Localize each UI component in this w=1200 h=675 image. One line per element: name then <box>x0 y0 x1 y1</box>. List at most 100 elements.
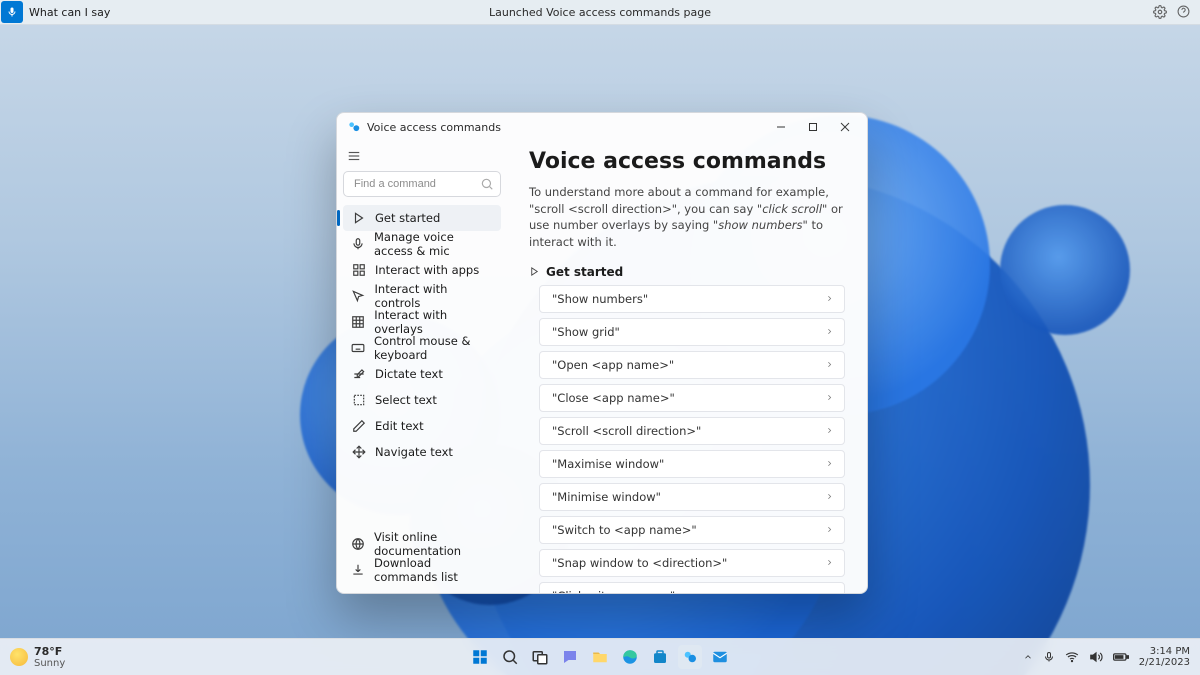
sidebar-item-label: Control mouse & keyboard <box>374 334 493 362</box>
download-icon <box>351 563 365 578</box>
edge-button[interactable] <box>618 645 642 669</box>
sidebar-item-navigate-text[interactable]: Navigate text <box>343 439 501 465</box>
volume-icon[interactable] <box>1089 650 1103 664</box>
mail-button[interactable] <box>708 645 732 669</box>
chevron-right-icon <box>825 525 834 534</box>
voice-prompt-text: What can I say <box>29 6 110 19</box>
system-tray[interactable]: 3:14 PM 2/21/2023 <box>1023 646 1200 668</box>
taskbar-clock[interactable]: 3:14 PM 2/21/2023 <box>1139 646 1190 668</box>
command-row[interactable]: "Minimise window" <box>539 483 845 511</box>
command-label: "Snap window to <direction>" <box>552 556 727 570</box>
help-icon[interactable] <box>1177 5 1190 19</box>
voice-access-button[interactable] <box>678 645 702 669</box>
apps-icon <box>351 263 366 278</box>
hamburger-button[interactable] <box>343 145 501 171</box>
sidebar-item-label: Dictate text <box>375 367 443 381</box>
start-button[interactable] <box>468 645 492 669</box>
sidebar-item-select-text[interactable]: Select text <box>343 387 501 413</box>
command-label: "Show numbers" <box>552 292 648 306</box>
settings-icon[interactable] <box>1153 5 1167 19</box>
cursor-icon <box>351 289 366 304</box>
sidebar-item-label: Interact with apps <box>375 263 479 277</box>
explorer-button[interactable] <box>588 645 612 669</box>
select-text-icon <box>351 393 366 408</box>
sidebar-item-get-started[interactable]: Get started <box>343 205 501 231</box>
sidebar-item-interact-controls[interactable]: Interact with controls <box>343 283 501 309</box>
command-row[interactable]: "Show numbers" <box>539 285 845 313</box>
command-row[interactable]: "Show grid" <box>539 318 845 346</box>
search-input[interactable] <box>343 171 501 197</box>
globe-icon <box>351 537 365 552</box>
chevron-right-icon <box>825 360 834 369</box>
chevron-right-icon <box>825 492 834 501</box>
sidebar-item-edit-text[interactable]: Edit text <box>343 413 501 439</box>
command-row[interactable]: "Switch to <app name>" <box>539 516 845 544</box>
weather-temp: 78°F <box>34 645 65 658</box>
taskbar-center <box>468 645 732 669</box>
command-label: "Maximise window" <box>552 457 664 471</box>
command-list: "Show numbers" "Show grid" "Open <app name… <box>529 285 845 593</box>
app-icon <box>347 120 361 134</box>
command-row[interactable]: "Close <app name>" <box>539 384 845 412</box>
command-label: "Show grid" <box>552 325 620 339</box>
section-heading: Get started <box>529 265 845 279</box>
voice-access-bar: What can I say Launched Voice access com… <box>0 0 1200 25</box>
sidebar-item-label: Edit text <box>375 419 424 433</box>
command-row[interactable]: "Click <item name>" <box>539 582 845 593</box>
maximize-button[interactable] <box>797 115 829 139</box>
minimize-button[interactable] <box>765 115 797 139</box>
weather-icon <box>10 648 28 666</box>
microphone-icon <box>351 237 365 252</box>
sidebar-item-label: Get started <box>375 211 440 225</box>
store-button[interactable] <box>648 645 672 669</box>
sidebar-item-label: Download commands list <box>374 556 493 584</box>
wifi-icon[interactable] <box>1065 650 1079 664</box>
sidebar-item-interact-apps[interactable]: Interact with apps <box>343 257 501 283</box>
command-row[interactable]: "Open <app name>" <box>539 351 845 379</box>
command-label: "Close <app name>" <box>552 391 675 405</box>
play-icon <box>351 211 366 226</box>
command-label: "Click <item name>" <box>552 589 675 593</box>
window-title: Voice access commands <box>367 121 501 134</box>
command-row[interactable]: "Snap window to <direction>" <box>539 549 845 577</box>
battery-icon[interactable] <box>1113 651 1129 663</box>
command-label: "Minimise window" <box>552 490 661 504</box>
sidebar-item-dictate[interactable]: Dictate text <box>343 361 501 387</box>
sidebar-item-label: Manage voice access & mic <box>374 230 493 258</box>
command-row[interactable]: "Scroll <scroll direction>" <box>539 417 845 445</box>
sidebar-item-label: Select text <box>375 393 437 407</box>
sidebar-item-online-docs[interactable]: Visit online documentation <box>343 531 501 557</box>
sidebar-item-manage-voice[interactable]: Manage voice access & mic <box>343 231 501 257</box>
tray-chevron-icon[interactable] <box>1023 652 1033 662</box>
chevron-right-icon <box>825 294 834 303</box>
tray-microphone-icon[interactable] <box>1043 651 1055 663</box>
command-row[interactable]: "Maximise window" <box>539 450 845 478</box>
microphone-button[interactable] <box>1 1 23 23</box>
sidebar-item-interact-overlays[interactable]: Interact with overlays <box>343 309 501 335</box>
sidebar-item-download-list[interactable]: Download commands list <box>343 557 501 583</box>
weather-cond: Sunny <box>34 658 65 669</box>
command-label: "Switch to <app name>" <box>552 523 697 537</box>
sidebar: Get started Manage voice access & mic In… <box>337 141 509 593</box>
sidebar-item-label: Visit online documentation <box>374 530 493 558</box>
dictate-icon <box>351 367 366 382</box>
intro-text: To understand more about a command for e… <box>529 184 845 251</box>
grid-icon <box>351 315 365 330</box>
chevron-right-icon <box>825 393 834 402</box>
sidebar-item-mouse-keyboard[interactable]: Control mouse & keyboard <box>343 335 501 361</box>
search-container <box>343 171 501 197</box>
voice-status-text: Launched Voice access commands page <box>489 6 711 19</box>
task-view-button[interactable] <box>528 645 552 669</box>
taskbar-search-button[interactable] <box>498 645 522 669</box>
navigate-icon <box>351 445 366 460</box>
chevron-right-icon <box>825 558 834 567</box>
chat-button[interactable] <box>558 645 582 669</box>
taskbar-weather[interactable]: 78°F Sunny <box>0 645 65 669</box>
command-label: "Scroll <scroll direction>" <box>552 424 701 438</box>
search-icon <box>480 177 494 191</box>
pencil-icon <box>351 419 366 434</box>
close-button[interactable] <box>829 115 861 139</box>
window-titlebar[interactable]: Voice access commands <box>337 113 867 141</box>
voice-access-window: Voice access commands <box>336 112 868 594</box>
main-content: Voice access commands To understand more… <box>509 141 867 593</box>
